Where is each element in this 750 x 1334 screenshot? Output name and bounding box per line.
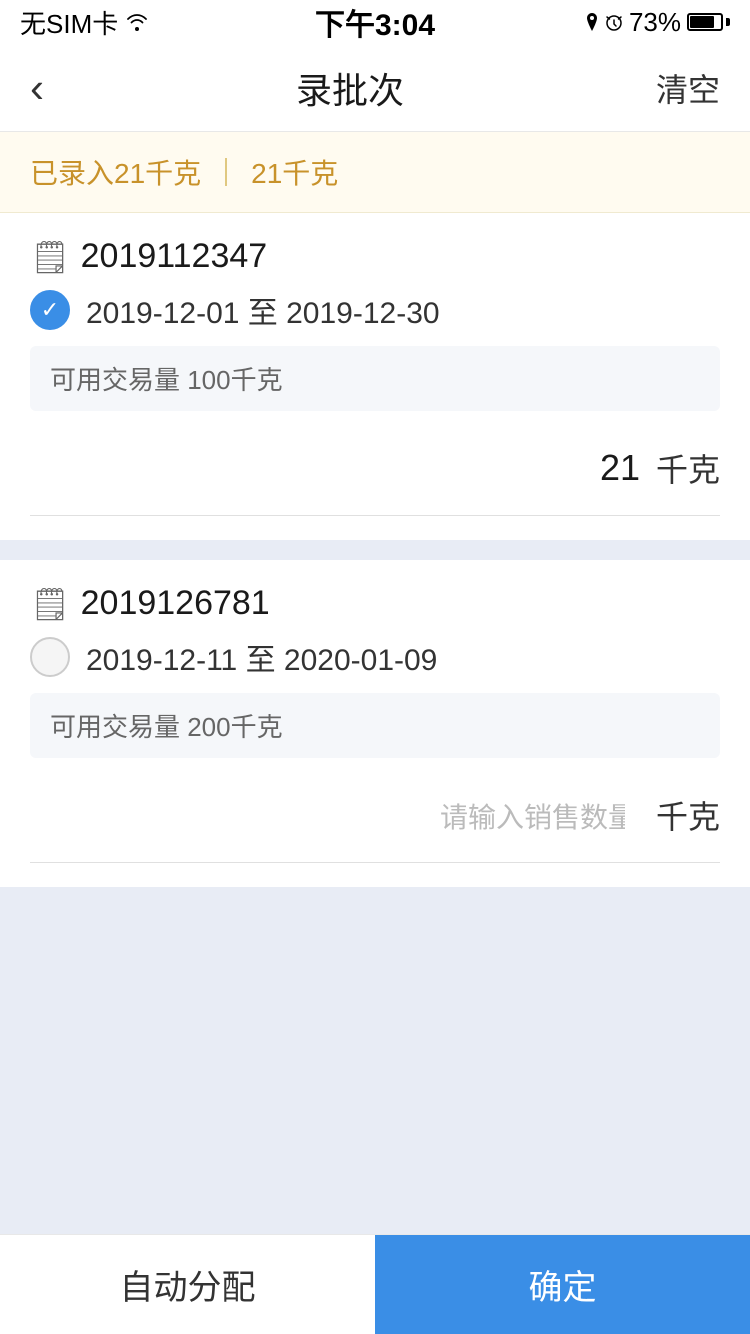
auto-distribute-button[interactable]: 自动分配 xyxy=(0,1235,375,1334)
status-time: 下午3:04 xyxy=(315,0,435,44)
nav-bar: ‹ 录批次 清空 xyxy=(0,44,750,132)
batch-select-row-1[interactable]: ✓ 2019-12-01 至 2019-12-30 xyxy=(30,288,720,332)
location-icon xyxy=(585,7,599,38)
back-button[interactable]: ‹ xyxy=(30,67,44,109)
unit-label-2: 千克 xyxy=(656,792,720,838)
entered-value: 21千克 xyxy=(251,152,338,192)
bottom-bar: 自动分配 确定 xyxy=(0,1234,750,1334)
clear-button[interactable]: 清空 xyxy=(656,65,720,111)
wifi-icon xyxy=(126,7,148,38)
alarm-icon xyxy=(605,7,623,38)
info-banner: 已录入21千克 21千克 xyxy=(0,132,750,213)
batch-select-row-2[interactable]: 2019-12-11 至 2020-01-09 xyxy=(30,635,720,679)
empty-area xyxy=(0,887,750,1287)
batch-doc-icon-2: 🗒 xyxy=(30,585,71,623)
batch-doc-icon-1: 🗒 xyxy=(30,238,71,276)
available-box-1: 可用交易量 100千克 xyxy=(30,346,720,411)
batch-id-2: 2019126781 xyxy=(81,584,270,623)
batch-header-2: 🗒 2019126781 xyxy=(30,584,720,623)
info-divider xyxy=(225,158,227,186)
separator-1 xyxy=(0,540,750,560)
radio-unchecked-2[interactable] xyxy=(30,637,70,677)
input-row-1: 21 千克 xyxy=(30,431,720,516)
confirm-button[interactable]: 确定 xyxy=(375,1235,750,1334)
available-text-2: 可用交易量 200千克 xyxy=(50,712,283,742)
batch-item-1: 🗒 2019112347 ✓ 2019-12-01 至 2019-12-30 可… xyxy=(0,213,750,540)
checkmark-icon-1: ✓ xyxy=(41,299,59,321)
batch-date-2: 2019-12-11 至 2020-01-09 xyxy=(86,635,437,679)
status-bar: 无SIM卡 下午3:04 73% xyxy=(0,0,750,44)
batch-item-2: 🗒 2019126781 2019-12-11 至 2020-01-09 可用交… xyxy=(0,560,750,887)
qty-input-2[interactable] xyxy=(440,794,640,836)
available-text-1: 可用交易量 100千克 xyxy=(50,365,283,395)
status-left: 无SIM卡 xyxy=(20,4,148,41)
batch-id-1: 2019112347 xyxy=(81,237,268,276)
batch-header-1: 🗒 2019112347 xyxy=(30,237,720,276)
unit-label-1: 千克 xyxy=(656,445,720,491)
qty-value-1: 21 xyxy=(600,447,640,489)
carrier-label: 无SIM卡 xyxy=(20,4,118,41)
battery-label: 73% xyxy=(629,7,681,38)
entered-label: 已录入21千克 xyxy=(30,152,201,192)
page-title: 录批次 xyxy=(296,62,404,114)
radio-checked-1[interactable]: ✓ xyxy=(30,290,70,330)
status-right: 73% xyxy=(585,7,730,38)
available-box-2: 可用交易量 200千克 xyxy=(30,693,720,758)
batch-date-1: 2019-12-01 至 2019-12-30 xyxy=(86,288,440,332)
input-row-2[interactable]: 千克 xyxy=(30,778,720,863)
battery-icon xyxy=(687,13,730,31)
